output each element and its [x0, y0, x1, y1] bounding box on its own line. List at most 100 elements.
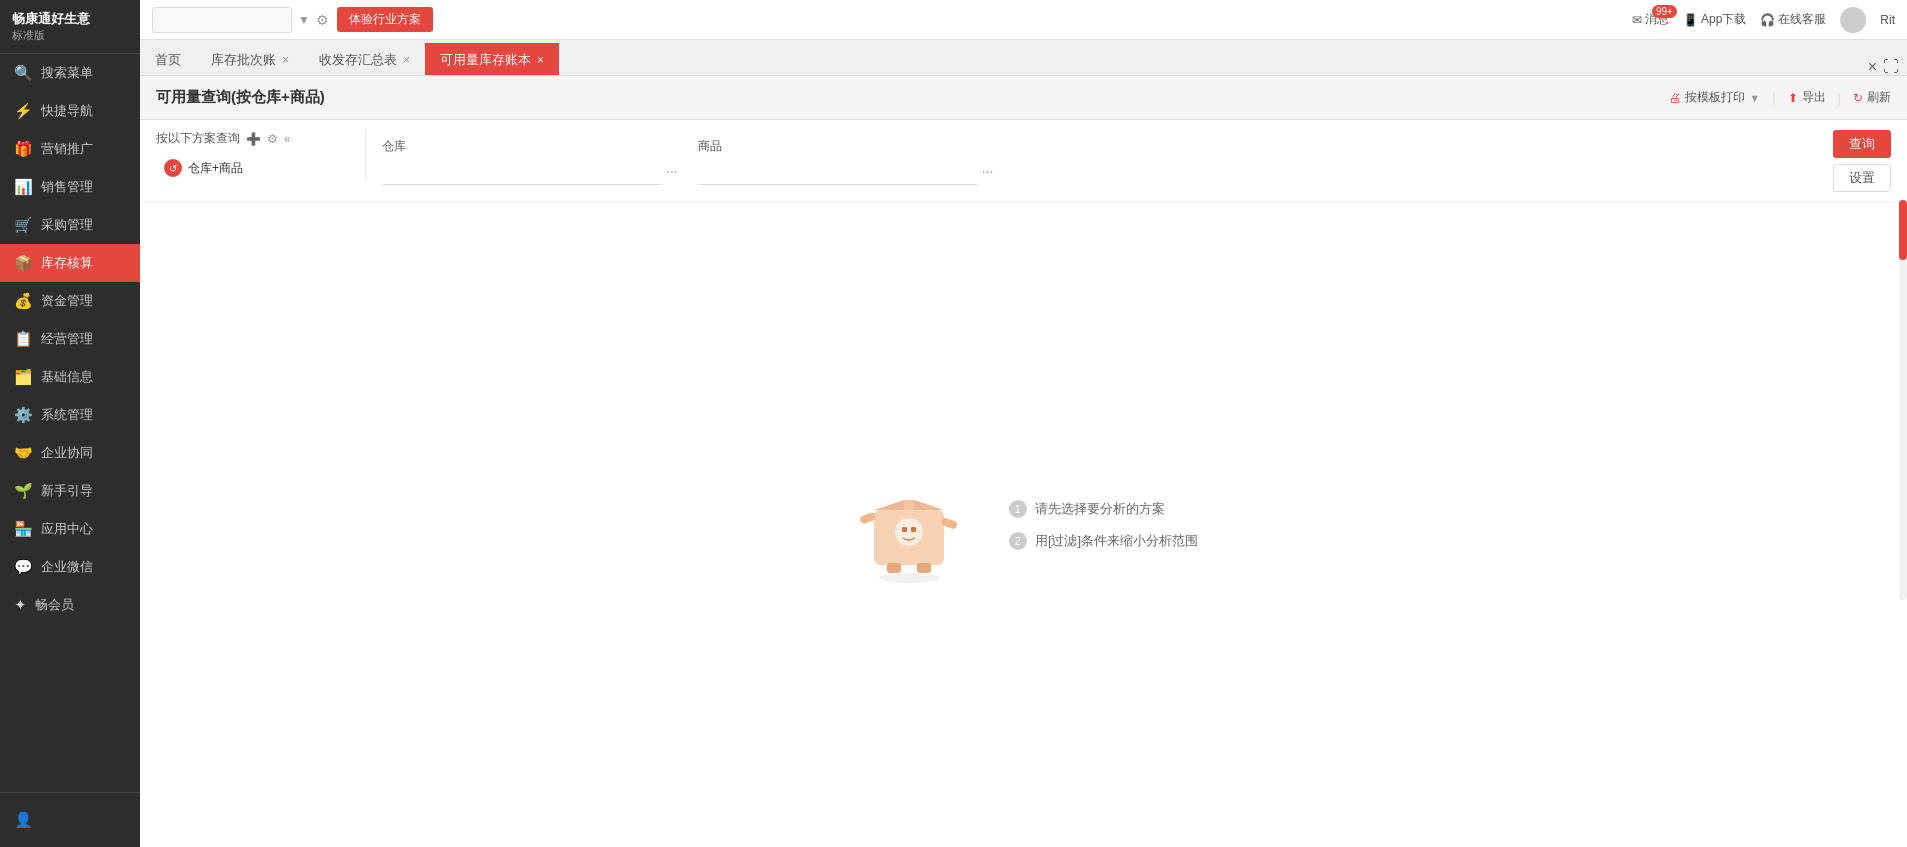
sidebar-item-shortcut[interactable]: ⚡ 快捷导航 — [0, 92, 140, 130]
scheme-item-warehouse-goods[interactable]: ↺ 仓库+商品 — [156, 155, 353, 181]
scheme-icon: ↺ — [164, 159, 182, 177]
online-service-button[interactable]: 🎧 在线客服 — [1760, 11, 1826, 28]
scheme-collapse-icon[interactable]: « — [284, 132, 291, 146]
warehouse-more-icon[interactable]: ··· — [666, 163, 678, 179]
sidebar-item-label: 快捷导航 — [41, 102, 93, 120]
sidebar-item-enterprise[interactable]: 🤝 企业协同 — [0, 434, 140, 472]
filter-fields: 仓库 ··· 商品 ··· 查询 — [382, 130, 1891, 192]
enterprise-icon: 🤝 — [14, 444, 33, 462]
sidebar-item-search[interactable]: 🔍 搜索菜单 — [0, 54, 140, 92]
print-label: 按模板打印 — [1685, 89, 1745, 106]
tab-batch[interactable]: 库存批次账 × — [196, 43, 304, 75]
page-title: 可用量查询(按仓库+商品) — [156, 88, 1669, 107]
tab-available[interactable]: 可用量库存账本 × — [425, 43, 559, 75]
sidebar-item-newbie[interactable]: 🌱 新手引导 — [0, 472, 140, 510]
goods-more-icon[interactable]: ··· — [982, 163, 994, 179]
add-scheme-icon[interactable]: ➕ — [246, 132, 261, 146]
marketing-icon: 🎁 — [14, 140, 33, 158]
svg-rect-5 — [917, 563, 931, 573]
divider-1: | — [1772, 90, 1775, 105]
search-icon: 🔍 — [14, 64, 33, 82]
tab-home-label: 首页 — [155, 51, 181, 69]
goods-field-label: 商品 — [698, 138, 994, 155]
topbar-right: ✉ 消息 99+ 📱 App下载 🎧 在线客服 Rit — [1632, 7, 1895, 33]
settings-button[interactable]: 设置 — [1833, 164, 1891, 192]
tabs-right-controls: × ⛶ — [1868, 59, 1907, 75]
tab-batch-close[interactable]: × — [282, 54, 289, 66]
topbar-gear-icon[interactable]: ⚙ — [316, 12, 329, 28]
message-icon: ✉ — [1632, 13, 1642, 27]
filter-actions: 查询 设置 — [1833, 130, 1891, 192]
sidebar-item-more[interactable]: 👤 — [0, 801, 140, 839]
tab-collect-close[interactable]: × — [403, 54, 410, 66]
tab-home[interactable]: 首页 — [140, 43, 196, 75]
sidebar-item-weixin[interactable]: 💬 企业微信 — [0, 548, 140, 586]
sidebar-item-finance[interactable]: 💰 资金管理 — [0, 282, 140, 320]
sidebar-item-label: 企业微信 — [41, 558, 93, 576]
query-button[interactable]: 查询 — [1833, 130, 1891, 158]
filter-field-warehouse: 仓库 ··· — [382, 138, 678, 185]
refresh-label: 刷新 — [1867, 89, 1891, 106]
goods-input[interactable] — [698, 157, 978, 185]
warehouse-input[interactable] — [382, 157, 662, 185]
tab-collect[interactable]: 收发存汇总表 × — [304, 43, 425, 75]
app-label: App下载 — [1701, 11, 1746, 28]
tab-batch-label: 库存批次账 — [211, 51, 276, 69]
svg-point-1 — [895, 518, 923, 546]
username-label[interactable]: Rit — [1880, 13, 1895, 27]
scheme-settings-icon[interactable]: ⚙ — [267, 132, 278, 146]
service-icon: 🎧 — [1760, 13, 1775, 27]
user-avatar[interactable] — [1840, 7, 1866, 33]
sidebar-item-vip[interactable]: ✦ 畅会员 — [0, 586, 140, 624]
app-icon: 📱 — [1683, 13, 1698, 27]
filter-area: 按以下方案查询 ➕ ⚙ « ↺ 仓库+商品 仓库 ··· — [140, 120, 1907, 203]
logo-title: 畅康通好生意 — [12, 10, 128, 28]
message-button[interactable]: ✉ 消息 99+ — [1632, 11, 1669, 28]
warehouse-field-label: 仓库 — [382, 138, 678, 155]
svg-rect-2 — [902, 527, 907, 532]
finance-icon: 💰 — [14, 292, 33, 310]
print-button[interactable]: 🖨 按模板打印 ▼ — [1669, 89, 1760, 106]
empty-text: 1 请先选择要分析的方案 2 用[过滤]条件来缩小分析范围 — [1009, 500, 1198, 550]
sidebar-item-inventory[interactable]: 📦 库存核算 — [0, 244, 140, 282]
step-1-text: 请先选择要分析的方案 — [1035, 500, 1165, 518]
sidebar-item-appstore[interactable]: 🏪 应用中心 — [0, 510, 140, 548]
sidebar-item-purchase[interactable]: 🛒 采购管理 — [0, 206, 140, 244]
print-icon: 🖨 — [1669, 91, 1681, 105]
export-icon: ⬆ — [1788, 91, 1798, 105]
tabs-bar: 首页 库存批次账 × 收发存汇总表 × 可用量库存账本 × × ⛶ — [140, 40, 1907, 76]
vip-icon: ✦ — [14, 596, 27, 614]
topbar-dropdown-icon[interactable]: ▼ — [298, 13, 310, 27]
filter-scheme-title: 按以下方案查询 — [156, 130, 240, 147]
right-scrollbar[interactable] — [1899, 200, 1907, 600]
topbar-search-input[interactable] — [152, 7, 292, 33]
message-badge: 99+ — [1652, 5, 1677, 18]
service-label: 在线客服 — [1778, 11, 1826, 28]
refresh-icon: ↻ — [1853, 91, 1863, 105]
weixin-icon: 💬 — [14, 558, 33, 576]
sidebar-item-sales[interactable]: 📊 销售管理 — [0, 168, 140, 206]
tab-available-close[interactable]: × — [537, 54, 544, 66]
newbie-icon: 🌱 — [14, 482, 33, 500]
export-button[interactable]: ⬆ 导出 — [1788, 89, 1826, 106]
print-dropdown-icon[interactable]: ▼ — [1749, 92, 1760, 104]
sidebar-item-label: 搜索菜单 — [41, 64, 93, 82]
sidebar-logo: 畅康通好生意 标准版 — [0, 0, 140, 54]
business-icon: 📋 — [14, 330, 33, 348]
svg-rect-4 — [887, 563, 901, 573]
svg-rect-3 — [911, 527, 916, 532]
sidebar-item-marketing[interactable]: 🎁 营销推广 — [0, 130, 140, 168]
export-label: 导出 — [1802, 89, 1826, 106]
sidebar-item-basic[interactable]: 🗂️ 基础信息 — [0, 358, 140, 396]
refresh-button[interactable]: ↻ 刷新 — [1853, 89, 1891, 106]
sidebar-item-business[interactable]: 📋 经营管理 — [0, 320, 140, 358]
sidebar-item-system[interactable]: ⚙️ 系统管理 — [0, 396, 140, 434]
sidebar-item-label: 应用中心 — [41, 520, 93, 538]
sidebar-item-label: 资金管理 — [41, 292, 93, 310]
sidebar-item-label: 库存核算 — [41, 254, 93, 272]
close-tab-button[interactable]: × — [1868, 59, 1877, 75]
app-download-button[interactable]: 📱 App下载 — [1683, 11, 1746, 28]
trial-button[interactable]: 体验行业方案 — [337, 7, 433, 32]
filter-field-goods: 商品 ··· — [698, 138, 994, 185]
expand-tab-button[interactable]: ⛶ — [1883, 59, 1899, 75]
